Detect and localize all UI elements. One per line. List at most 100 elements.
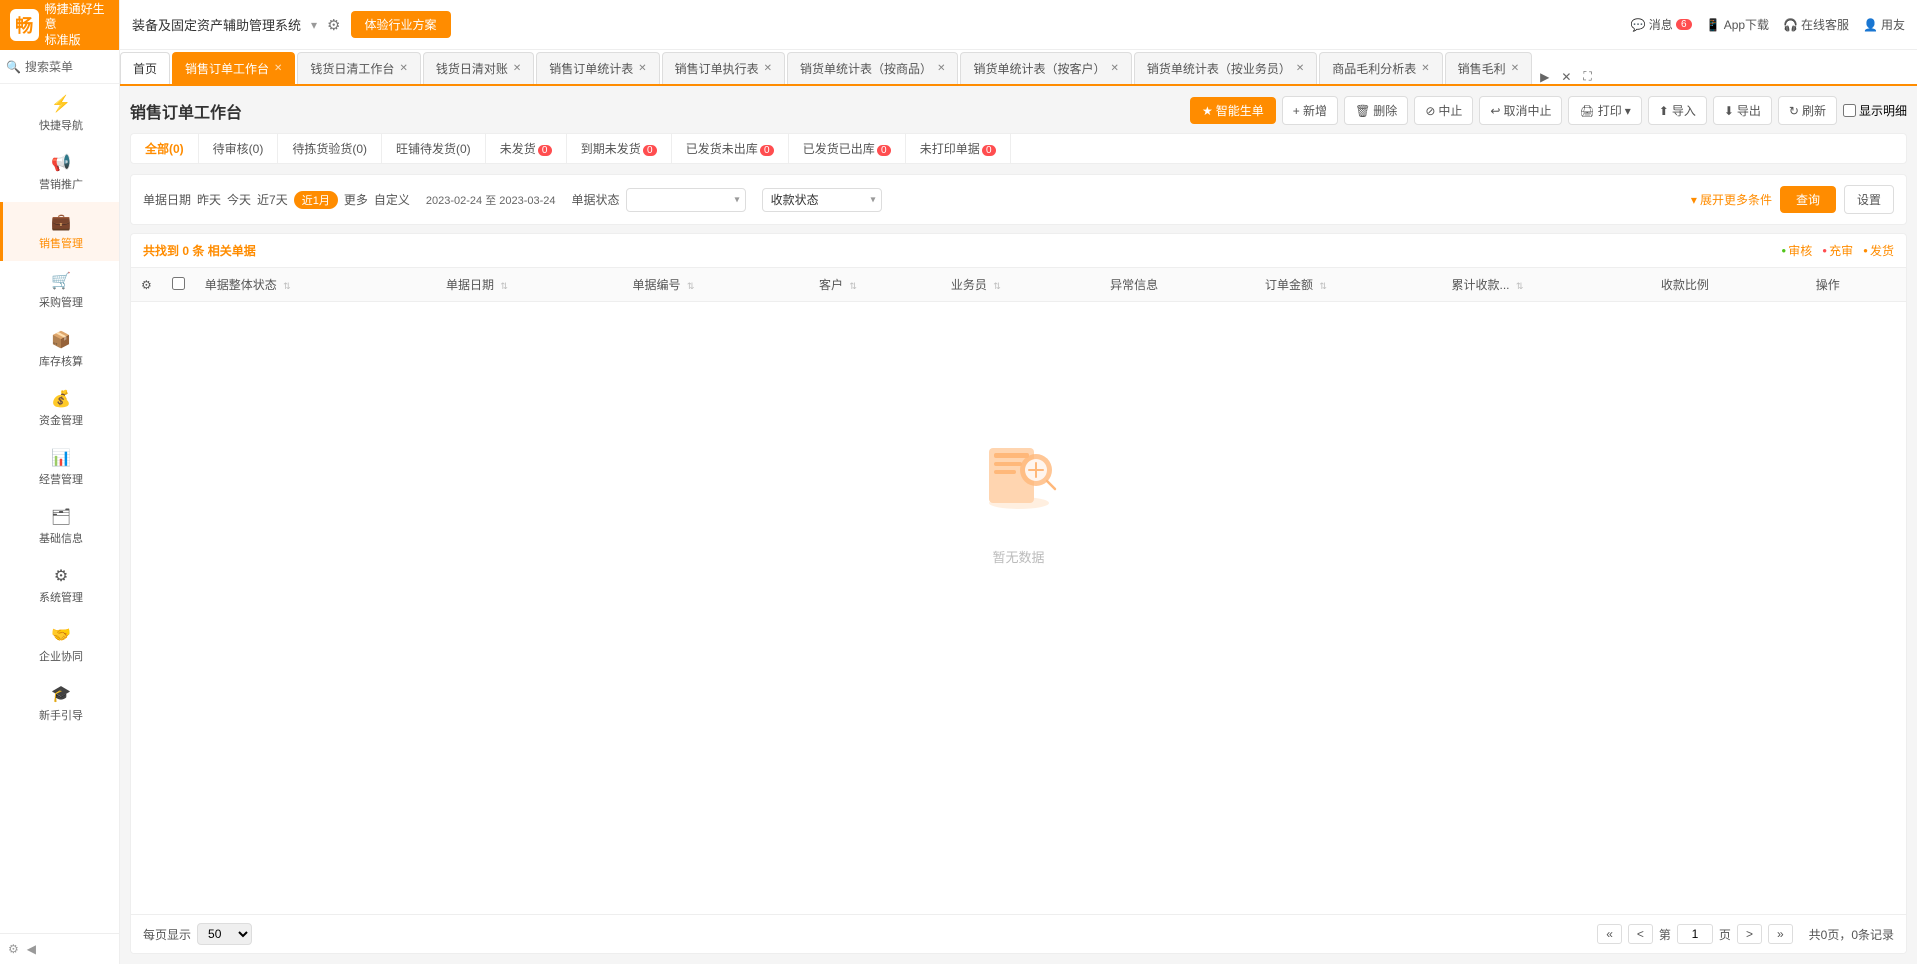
page-size-select[interactable]: 20 50 100: [197, 923, 252, 945]
tab-sales-sum-staff[interactable]: 销货单统计表（按业务员） ✕: [1134, 52, 1317, 84]
tab-sales-more[interactable]: 销售毛利 ✕: [1445, 52, 1532, 84]
sidebar-item-marketing[interactable]: 📢 营销推广: [0, 143, 119, 202]
close-all-icon: ✕: [1561, 70, 1571, 84]
subtab-unshipped[interactable]: 未发货0: [486, 134, 567, 163]
print-button[interactable]: 🖨 打印 ▾: [1568, 96, 1641, 125]
tab-cash-daily[interactable]: 钱货日清工作台 ✕: [297, 52, 420, 84]
date-opt-today[interactable]: 今天: [227, 191, 251, 208]
import-button[interactable]: ⬆ 导入: [1648, 96, 1707, 125]
expand-conditions-button[interactable]: ▾ 展开更多条件: [1691, 191, 1772, 208]
tabs-close-all-button[interactable]: ✕: [1555, 70, 1577, 84]
delete-button[interactable]: 🗑 删除: [1344, 96, 1408, 125]
tab-sales-workbench[interactable]: 销售订单工作台 ✕: [172, 52, 295, 84]
sort-icon[interactable]: ⇅: [1516, 281, 1524, 291]
tab-gross-margin[interactable]: 商品毛利分析表 ✕: [1319, 52, 1442, 84]
review-action[interactable]: 审核: [1781, 242, 1812, 259]
tab-sales-exec[interactable]: 销售订单执行表 ✕: [662, 52, 785, 84]
sidebar-search[interactable]: 🔍 搜索菜单: [0, 50, 119, 84]
sidebar-item-basic[interactable]: 🗂 基础信息: [0, 497, 119, 556]
status-select[interactable]: [626, 188, 746, 212]
sidebar-item-quick-nav[interactable]: ⚡ 快捷导航: [0, 84, 119, 143]
tab-close-icon[interactable]: ✕: [937, 63, 945, 74]
messages-button[interactable]: 💬 消息 6: [1631, 16, 1692, 33]
user-profile-button[interactable]: 👤 用友: [1863, 16, 1905, 33]
sidebar-item-purchase[interactable]: 🛒 采购管理: [0, 261, 119, 320]
th-operation: 操作: [1806, 268, 1906, 302]
date-opt-7days[interactable]: 近7天: [257, 191, 288, 208]
cancel-review-action[interactable]: 充审: [1822, 242, 1853, 259]
sort-icon[interactable]: ⇅: [500, 281, 508, 291]
sort-icon[interactable]: ⇅: [687, 281, 695, 291]
topbar-settings-icon[interactable]: ⚙: [327, 16, 340, 34]
tab-close-icon[interactable]: ✕: [1511, 63, 1519, 74]
sort-icon[interactable]: ⇅: [849, 281, 857, 291]
tab-label: 销售毛利: [1458, 60, 1506, 77]
tab-close-icon[interactable]: ✕: [399, 63, 407, 74]
subtab-pending-inspect[interactable]: 待拣货验货(0): [278, 134, 382, 163]
show-detail-checkbox[interactable]: [1843, 104, 1856, 117]
sort-icon[interactable]: ⇅: [993, 281, 1001, 291]
tab-close-icon[interactable]: ✕: [1296, 63, 1304, 74]
sidebar-item-finance[interactable]: 💰 资金管理: [0, 379, 119, 438]
stop-button[interactable]: ⊘ 中止: [1414, 96, 1473, 125]
th-settings[interactable]: ⚙: [131, 268, 162, 302]
tab-close-icon[interactable]: ✕: [513, 63, 521, 74]
add-button[interactable]: + 新增: [1282, 96, 1338, 125]
sort-icon[interactable]: ⇅: [283, 281, 291, 291]
subtab-shipped-out[interactable]: 已发货已出库0: [789, 134, 906, 163]
select-all-checkbox[interactable]: [172, 277, 185, 290]
last-page-button[interactable]: »: [1768, 924, 1793, 944]
date-opt-more[interactable]: 更多: [344, 191, 368, 208]
subtab-shipped-not-out[interactable]: 已发货未出库0: [672, 134, 789, 163]
subtab-wangpu-ship[interactable]: 旺铺待发货(0): [382, 134, 486, 163]
tab-close-icon[interactable]: ✕: [1421, 63, 1429, 74]
industry-solution-button[interactable]: 体验行业方案: [351, 11, 451, 38]
sidebar-item-guide[interactable]: 🎓 新手引导: [0, 674, 119, 733]
tab-close-icon[interactable]: ✕: [1110, 63, 1118, 74]
th-status: 单据整体状态 ⇅: [195, 268, 436, 302]
topbar-dropdown-icon[interactable]: ▾: [311, 18, 317, 32]
page-number-input[interactable]: [1677, 924, 1713, 944]
set-button[interactable]: 设置: [1844, 185, 1894, 214]
tabs-expand-button[interactable]: ⛶: [1577, 69, 1597, 84]
prev-page-button[interactable]: <: [1628, 924, 1653, 944]
tab-close-icon[interactable]: ✕: [638, 63, 646, 74]
sidebar-item-system[interactable]: ⚙ 系统管理: [0, 556, 119, 615]
payment-status-select[interactable]: 收款状态: [762, 188, 882, 212]
sidebar-item-enterprise[interactable]: 🤝 企业协同: [0, 615, 119, 674]
tab-close-icon[interactable]: ✕: [764, 63, 772, 74]
tab-close-icon[interactable]: ✕: [274, 63, 282, 74]
sidebar-item-sales[interactable]: 💼 销售管理: [0, 202, 119, 261]
collapse-icon[interactable]: ◀: [27, 942, 36, 956]
th-checkbox[interactable]: [162, 268, 195, 302]
tab-sales-sum-customer[interactable]: 销货单统计表（按客户） ✕: [960, 52, 1131, 84]
sort-icon[interactable]: ⇅: [1319, 281, 1327, 291]
smart-create-button[interactable]: ★ 智能生单: [1190, 97, 1276, 124]
sidebar-item-operations[interactable]: 📊 经营管理: [0, 438, 119, 497]
first-page-button[interactable]: «: [1597, 924, 1622, 944]
settings-footer-icon[interactable]: ⚙: [8, 942, 19, 956]
quick-nav-icon: ⚡: [51, 94, 71, 114]
subtab-unprinted[interactable]: 未打印单据0: [906, 134, 1011, 163]
date-opt-custom[interactable]: 自定义: [374, 191, 410, 208]
export-button[interactable]: ⬇ 导出: [1713, 96, 1772, 125]
date-opt-yesterday[interactable]: 昨天: [197, 191, 221, 208]
date-opt-1month[interactable]: 近1月: [294, 191, 338, 209]
search-button[interactable]: 查询: [1780, 186, 1836, 213]
next-page-button[interactable]: >: [1737, 924, 1762, 944]
tab-sales-sum-product[interactable]: 销货单统计表（按商品） ✕: [787, 52, 958, 84]
tab-cash-reconcile[interactable]: 钱货日清对账 ✕: [423, 52, 534, 84]
app-download-button[interactable]: 📱 App下载: [1706, 16, 1769, 33]
subtab-all[interactable]: 全部(0): [131, 134, 199, 163]
online-service-button[interactable]: 🎧 在线客服: [1783, 16, 1849, 33]
show-detail-checkbox-label[interactable]: 显示明细: [1843, 102, 1907, 119]
tab-sales-stats[interactable]: 销售订单统计表 ✕: [536, 52, 659, 84]
subtab-pending-review[interactable]: 待审核(0): [199, 134, 279, 163]
tabs-more-button[interactable]: ▶: [1534, 70, 1555, 84]
cancel-stop-button[interactable]: ↩ 取消中止: [1479, 96, 1562, 125]
sidebar-item-inventory[interactable]: 📦 库存核算: [0, 320, 119, 379]
subtab-expired-unshipped[interactable]: 到期未发货0: [567, 134, 672, 163]
tab-home[interactable]: 首页: [120, 52, 170, 84]
refresh-button[interactable]: ↻ 刷新: [1778, 96, 1837, 125]
ship-action[interactable]: 发货: [1863, 242, 1894, 259]
